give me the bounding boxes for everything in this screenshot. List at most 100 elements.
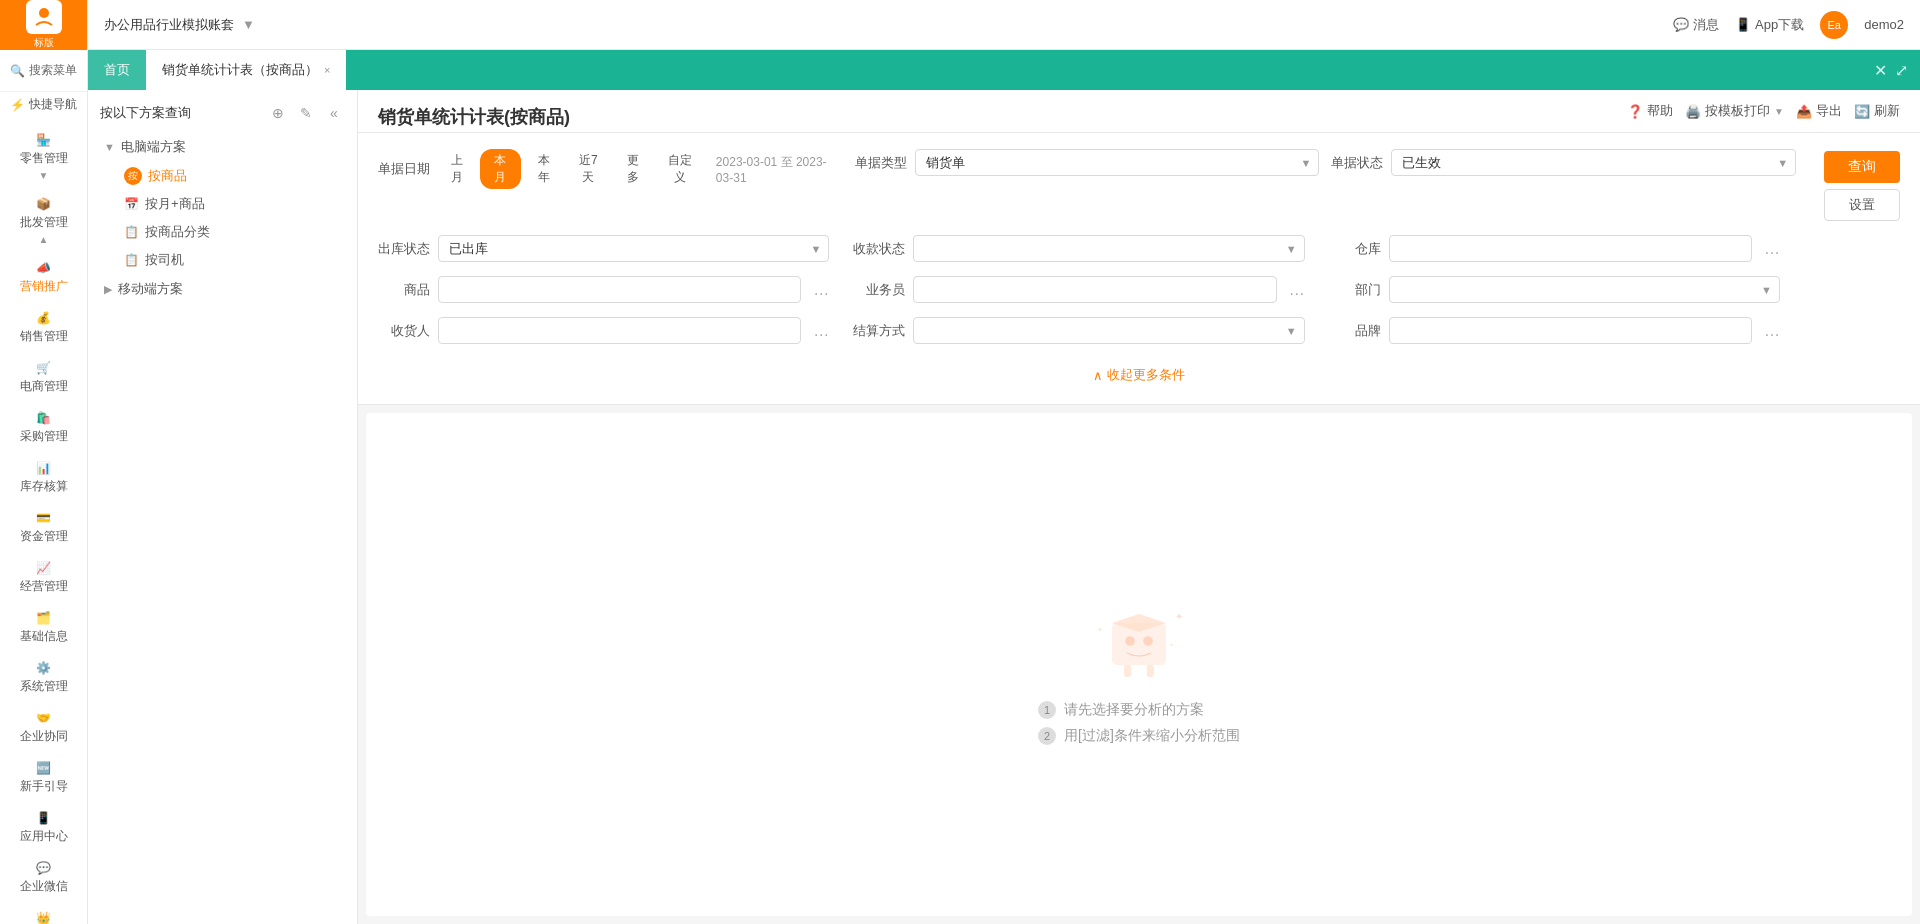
svg-point-2 bbox=[1125, 636, 1135, 646]
system-label: 系统管理 bbox=[20, 678, 68, 695]
date-btn-more[interactable]: 更多 bbox=[614, 149, 652, 189]
help-button[interactable]: ❓ 帮助 bbox=[1627, 102, 1673, 120]
sidebar-item-operation[interactable]: 📈 经营管理 bbox=[0, 553, 87, 603]
header-dropdown-icon[interactable]: ▼ bbox=[242, 17, 255, 32]
wechat-icon: 💬 bbox=[36, 861, 51, 875]
date-btn-last-month[interactable]: 上月 bbox=[438, 149, 476, 189]
brand-input[interactable] bbox=[1389, 317, 1752, 344]
sidebar-item-enterprise[interactable]: 🤝 企业协同 bbox=[0, 703, 87, 753]
refresh-button[interactable]: 🔄 刷新 bbox=[1854, 102, 1900, 120]
out-status-select[interactable]: 已出库 bbox=[438, 235, 829, 262]
retail-icon: 🏪 bbox=[36, 133, 51, 147]
tree-child-by-month-goods[interactable]: 📅 按月+商品 bbox=[88, 190, 357, 218]
sidebar-item-ecommerce[interactable]: 🛒 电商管理 bbox=[0, 353, 87, 403]
category-icon: 📋 bbox=[124, 225, 139, 239]
quick-nav[interactable]: ⚡ 快捷导航 bbox=[0, 92, 87, 117]
collect-status-select[interactable] bbox=[913, 235, 1304, 262]
recipient-input[interactable] bbox=[438, 317, 801, 344]
marketing-icon: 📣 bbox=[36, 261, 51, 275]
sidebar-item-basic[interactable]: 🗂️ 基础信息 bbox=[0, 603, 87, 653]
warehouse-label: 仓库 bbox=[1329, 240, 1381, 258]
tab-active[interactable]: 销货单统计计表（按商品） × bbox=[146, 50, 346, 90]
tab-close-button[interactable]: × bbox=[324, 64, 330, 76]
sidebar-item-purchase[interactable]: 🛍️ 采购管理 bbox=[0, 403, 87, 453]
goods-input[interactable] bbox=[438, 276, 801, 303]
message-button[interactable]: 💬 消息 bbox=[1673, 16, 1719, 34]
retail-arrow: ▼ bbox=[39, 170, 49, 181]
filter-field-recipient: 收货人 … bbox=[378, 317, 829, 344]
search-icon: 🔍 bbox=[10, 64, 25, 78]
sidebar-item-sales[interactable]: 💰 销售管理 bbox=[0, 303, 87, 353]
doc-type-select[interactable]: 销货单 bbox=[915, 149, 1320, 176]
username: demo2 bbox=[1864, 17, 1904, 32]
sidebar-item-system[interactable]: ⚙️ 系统管理 bbox=[0, 653, 87, 703]
basic-label: 基础信息 bbox=[20, 628, 68, 645]
recipient-dots[interactable]: … bbox=[813, 322, 829, 340]
sidebar-item-inventory[interactable]: 📊 库存核算 bbox=[0, 453, 87, 503]
goods-dots[interactable]: … bbox=[813, 281, 829, 299]
sidebar-item-marketing[interactable]: 📣 营销推广 bbox=[0, 253, 87, 303]
collapse-more-conditions-button[interactable]: ∧ 收起更多条件 bbox=[378, 358, 1900, 388]
export-button[interactable]: 📤 导出 bbox=[1796, 102, 1842, 120]
sidebar-item-wechat[interactable]: 💬 企业微信 bbox=[0, 853, 87, 903]
brand-dots[interactable]: … bbox=[1764, 322, 1780, 340]
filter-field-out-status: 出库状态 已出库 ▼ bbox=[378, 235, 829, 262]
salesman-dots[interactable]: … bbox=[1289, 281, 1305, 299]
tree-child-by-driver[interactable]: 📋 按司机 bbox=[88, 246, 357, 274]
date-label: 单据日期 bbox=[378, 160, 430, 178]
edit-icon: ✎ bbox=[300, 105, 312, 121]
sidebar-item-apps[interactable]: 📱 应用中心 bbox=[0, 803, 87, 853]
query-actions: 查询 设置 bbox=[1808, 149, 1900, 221]
dept-select[interactable] bbox=[1389, 276, 1780, 303]
warehouse-dots[interactable]: … bbox=[1764, 240, 1780, 258]
search-menu-button[interactable]: 🔍 搜索菜单 bbox=[6, 58, 81, 83]
empty-state: ✦ ✦ ✦ 1 请先选择要分析的方案 2 用[过滤]条件来缩小分析范围 bbox=[366, 413, 1912, 916]
tab-controls: ✕ ⤢ bbox=[1862, 61, 1920, 80]
salesman-input[interactable] bbox=[913, 276, 1276, 303]
collapse-panel-button[interactable]: « bbox=[323, 102, 345, 124]
help-icon: ❓ bbox=[1627, 104, 1643, 119]
query-button[interactable]: 查询 bbox=[1824, 151, 1900, 183]
tree-section-label-computer: 电脑端方案 bbox=[121, 138, 186, 156]
sidebar-item-retail[interactable]: 🏪 零售管理 ▼ bbox=[0, 125, 87, 189]
tree-section-mobile[interactable]: ▶ 移动端方案 bbox=[88, 274, 357, 304]
avatar[interactable]: Ea bbox=[1820, 11, 1848, 39]
ecommerce-label: 电商管理 bbox=[20, 378, 68, 395]
left-panel-actions: ⊕ ✎ « bbox=[267, 102, 345, 124]
add-icon: ⊕ bbox=[272, 105, 284, 121]
collect-status-wrapper: ▼ bbox=[913, 235, 1304, 262]
inventory-label: 库存核算 bbox=[20, 478, 68, 495]
template-print-button[interactable]: 🖨️ 按模板打印 ▼ bbox=[1685, 102, 1784, 120]
app-download-button[interactable]: 📱 App下载 bbox=[1735, 16, 1804, 34]
doc-status-select[interactable]: 已生效 bbox=[1391, 149, 1796, 176]
edit-scheme-button[interactable]: ✎ bbox=[295, 102, 317, 124]
logo[interactable]: 标版 bbox=[0, 0, 87, 50]
settings-button[interactable]: 设置 bbox=[1824, 189, 1900, 221]
empty-illustration: ✦ ✦ ✦ bbox=[1079, 585, 1199, 685]
filter-row-4: 收货人 … 结算方式 ▼ bbox=[378, 317, 1900, 344]
date-btn-this-month[interactable]: 本月 bbox=[480, 149, 522, 189]
apps-icon: 📱 bbox=[36, 811, 51, 825]
sidebar-item-guide[interactable]: 🆕 新手引导 bbox=[0, 753, 87, 803]
sidebar-item-member[interactable]: 👑 畅会员 bbox=[0, 903, 87, 924]
filter-field-collect-status: 收款状态 ▼ bbox=[853, 235, 1304, 262]
finance-icon: 💳 bbox=[36, 511, 51, 525]
tree-child-by-goods[interactable]: 按 按商品 bbox=[88, 162, 357, 190]
doc-status-wrapper: 已生效 ▼ bbox=[1391, 149, 1796, 176]
tree-child-by-category[interactable]: 📋 按商品分类 bbox=[88, 218, 357, 246]
date-btn-this-year[interactable]: 本年 bbox=[525, 149, 563, 189]
filter-row-3: 商品 … 业务员 … 部门 bbox=[378, 276, 1900, 303]
payment-select[interactable] bbox=[913, 317, 1304, 344]
date-btn-custom[interactable]: 自定义 bbox=[656, 149, 704, 189]
add-scheme-button[interactable]: ⊕ bbox=[267, 102, 289, 124]
tab-home[interactable]: 首页 bbox=[88, 50, 146, 90]
avatar-text: Ea bbox=[1828, 19, 1841, 31]
sidebar-item-finance[interactable]: 💳 资金管理 bbox=[0, 503, 87, 553]
tree-section-computer[interactable]: ▼ 电脑端方案 bbox=[88, 132, 357, 162]
warehouse-input[interactable] bbox=[1389, 235, 1752, 262]
left-panel-header: 按以下方案查询 ⊕ ✎ « bbox=[88, 102, 357, 132]
sidebar-item-wholesale[interactable]: 📦 批发管理 ▲ bbox=[0, 189, 87, 253]
date-btn-7days[interactable]: 近7天 bbox=[567, 149, 611, 189]
tab-expand-icon[interactable]: ⤢ bbox=[1895, 61, 1908, 80]
tab-close-icon[interactable]: ✕ bbox=[1874, 61, 1887, 80]
